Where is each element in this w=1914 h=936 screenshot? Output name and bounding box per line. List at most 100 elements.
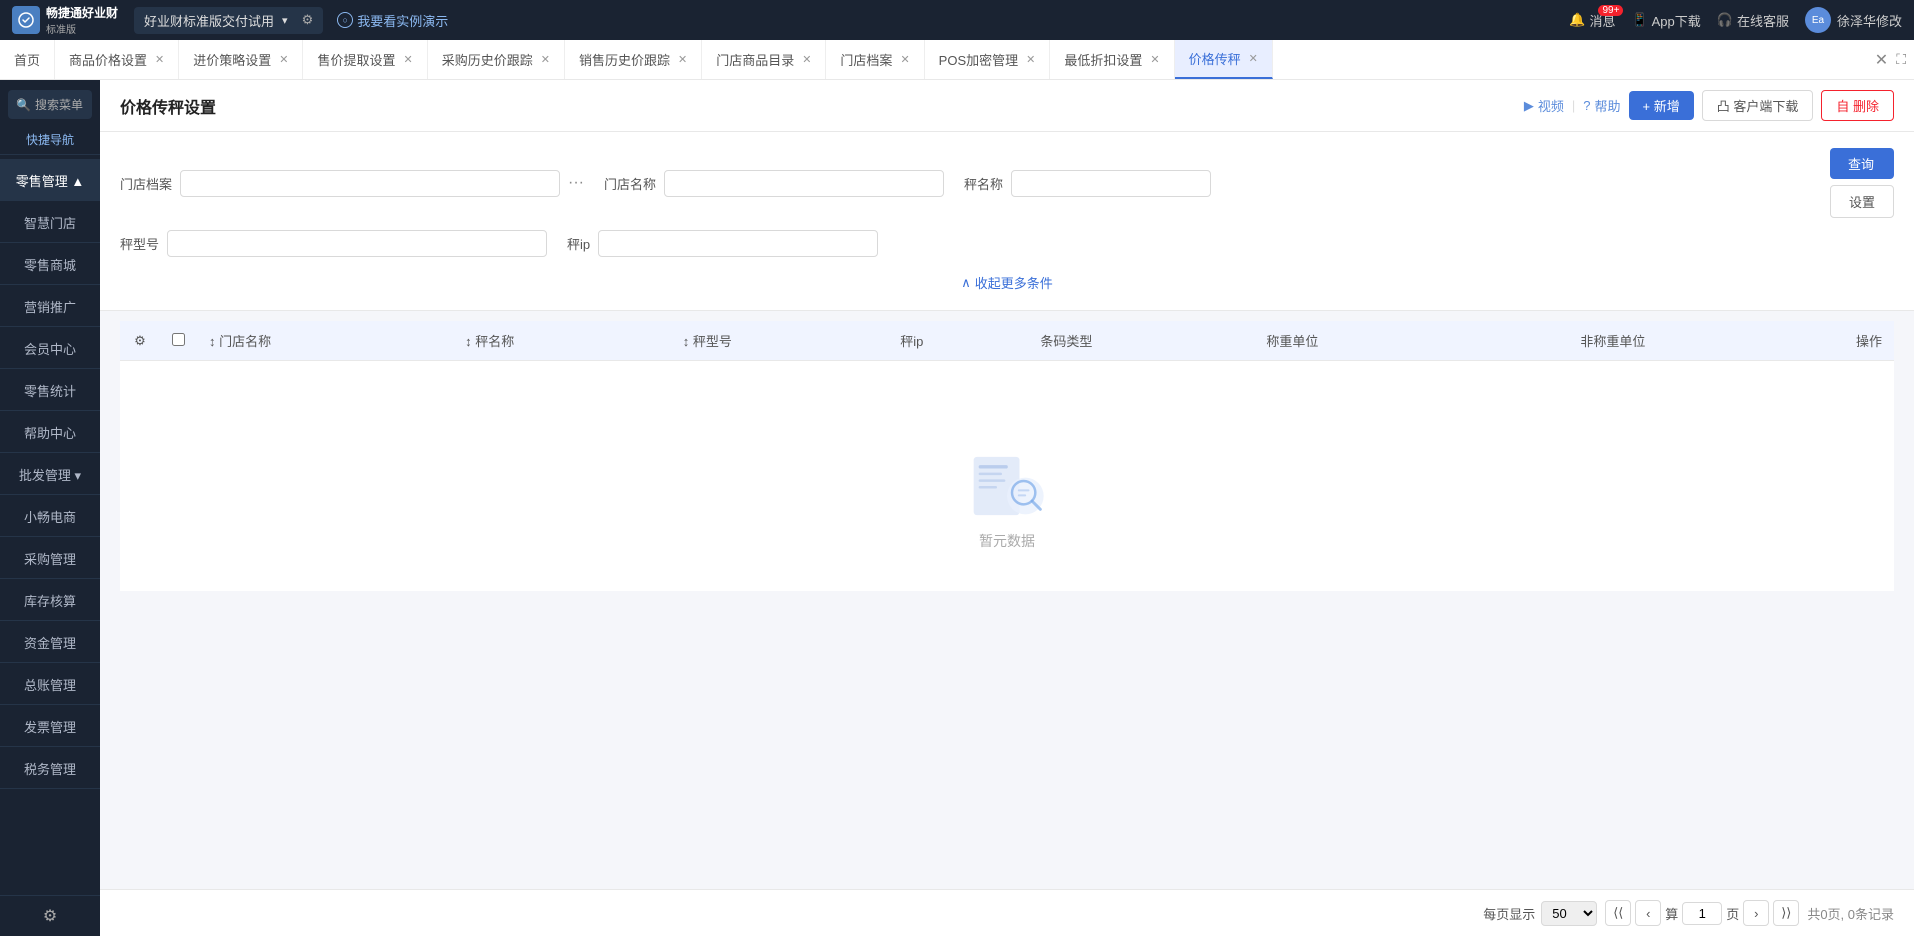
- tab-home[interactable]: 首页: [0, 40, 55, 79]
- store-archive-input[interactable]: [180, 170, 560, 197]
- sidebar: 🔍 搜索菜单 快捷导航 零售管理 ▲ 智慧门店 零售商城 营销推广 会员中心: [0, 80, 100, 936]
- help-link[interactable]: ? 帮助: [1583, 96, 1620, 115]
- prev-page-button[interactable]: ‹: [1635, 900, 1661, 926]
- sidebar-item-retail-mall[interactable]: 零售商城: [0, 243, 100, 285]
- delete-button[interactable]: 自 删除: [1821, 90, 1894, 121]
- selector-gear-icon[interactable]: ⚙: [302, 12, 314, 28]
- play-icon: ▶: [1524, 98, 1534, 114]
- sidebar-item-member[interactable]: 会员中心: [0, 327, 100, 369]
- sidebar-item-help[interactable]: 帮助中心: [0, 411, 100, 453]
- select-all-checkbox[interactable]: [172, 333, 185, 346]
- download-icon: 📱: [1631, 12, 1647, 28]
- expand-tab-icon[interactable]: ⛶: [1896, 51, 1906, 68]
- tab-min-discount[interactable]: 最低折扣设置 ✕: [1050, 40, 1174, 79]
- app-download-button[interactable]: 📱 App下载: [1631, 11, 1700, 30]
- close-tab-icon[interactable]: ✕: [1875, 50, 1888, 70]
- sidebar-item-marketing[interactable]: 营销推广: [0, 285, 100, 327]
- sidebar-item-tax[interactable]: 税务管理: [0, 747, 100, 789]
- col-scale-name[interactable]: ↕ 秤名称: [453, 321, 671, 361]
- sidebar-item-invoice[interactable]: 发票管理: [0, 705, 100, 747]
- tab-close-icon[interactable]: ✕: [404, 53, 413, 66]
- main-layout: 🔍 搜索菜单 快捷导航 零售管理 ▲ 智慧门店 零售商城 营销推广 会员中心: [0, 80, 1914, 936]
- last-page-button[interactable]: ⟩⟩: [1773, 900, 1799, 926]
- sidebar-item-inventory[interactable]: 库存核算: [0, 579, 100, 621]
- divider: |: [1572, 98, 1575, 113]
- scale-ip-input[interactable]: [598, 230, 878, 257]
- filter-area: 门店档案 ··· 门店名称 秤名称 查询 设置: [100, 132, 1914, 311]
- online-service-button[interactable]: 🎧 在线客服: [1717, 11, 1789, 30]
- tab-close-icon[interactable]: ✕: [1026, 53, 1035, 66]
- page-number-input[interactable]: [1682, 902, 1722, 925]
- data-table: ⚙ ↕ 门店名称 ↕ 秤名称 ↕ 秤型号: [120, 321, 1894, 591]
- add-button[interactable]: + 新增: [1629, 91, 1694, 120]
- tab-close-icon[interactable]: ✕: [900, 53, 909, 66]
- messages-button[interactable]: 🔔 消息 99+: [1569, 11, 1615, 30]
- version-selector[interactable]: 好业财标准版交付试用 ▾ ⚙: [134, 7, 323, 34]
- logo-icon: [12, 6, 40, 34]
- video-link[interactable]: ▶ 视频: [1524, 96, 1564, 115]
- home-tab-label: 首页: [14, 50, 40, 69]
- table-check-col[interactable]: [160, 321, 197, 361]
- collapse-button[interactable]: ∧ 收起更多条件: [961, 273, 1053, 292]
- tab-close-icon[interactable]: ✕: [541, 53, 550, 66]
- col-store-name[interactable]: ↕ 门店名称: [197, 321, 453, 361]
- query-button[interactable]: 查询: [1830, 148, 1894, 179]
- sidebar-item-purchase[interactable]: 采购管理: [0, 537, 100, 579]
- table-settings-icon[interactable]: ⚙: [134, 333, 146, 348]
- user-name: 徐泽华修改: [1837, 11, 1902, 30]
- tab-purchase-history[interactable]: 采购历史价跟踪 ✕: [428, 40, 565, 79]
- filter-store-archive: 门店档案 ···: [120, 170, 584, 197]
- col-barcode-type: 条码类型: [1028, 321, 1254, 361]
- tab-store-archive[interactable]: 门店档案 ✕: [826, 40, 924, 79]
- page-header: 价格传秤设置 ▶ 视频 | ? 帮助 + 新增 凸 客户端下载 自: [100, 80, 1914, 132]
- top-bar: 畅捷通好业财 标准版 好业财标准版交付试用 ▾ ⚙ ○ 我要看实例演示 🔔 消息…: [0, 0, 1914, 40]
- tab-close-icon[interactable]: ✕: [279, 53, 288, 66]
- col-non-weight-unit: 非称重单位: [1480, 321, 1745, 361]
- total-info: 共0页, 0条记录: [1807, 904, 1894, 923]
- sidebar-item-retail[interactable]: 零售管理 ▲: [0, 159, 100, 201]
- tab-sales-history[interactable]: 销售历史价跟踪 ✕: [565, 40, 702, 79]
- settings-icon[interactable]: ⚙: [43, 908, 57, 925]
- tab-purchase-strategy[interactable]: 进价策略设置 ✕: [179, 40, 303, 79]
- sidebar-item-retail-stats[interactable]: 零售统计: [0, 369, 100, 411]
- table-settings-col[interactable]: ⚙: [120, 321, 160, 361]
- filter-row-1: 门店档案 ··· 门店名称 秤名称 查询 设置: [120, 148, 1894, 218]
- more-options-icon[interactable]: ···: [568, 174, 584, 192]
- tab-pos-encryption[interactable]: POS加密管理 ✕: [925, 40, 1051, 79]
- tab-close-icon[interactable]: ✕: [1150, 53, 1159, 66]
- sidebar-item-quick-nav[interactable]: 快捷导航: [0, 125, 100, 155]
- user-menu[interactable]: Ea 徐泽华修改: [1805, 7, 1902, 33]
- pagination: 每页显示 50 10 20 100 ⟨⟨ ‹ 算 页 › ⟩⟩ 共0页, 0条记…: [100, 889, 1914, 936]
- sidebar-item-ecommerce[interactable]: 小畅电商: [0, 495, 100, 537]
- tab-bar: 首页 商品价格设置 ✕ 进价策略设置 ✕ 售价提取设置 ✕ 采购历史价跟踪 ✕ …: [0, 40, 1914, 80]
- sidebar-nav: 零售管理 ▲ 智慧门店 零售商城 营销推广 会员中心 零售统计 帮助中心 批发管…: [0, 155, 100, 793]
- store-name-input[interactable]: [664, 170, 944, 197]
- scale-name-input[interactable]: [1011, 170, 1211, 197]
- bell-icon: 🔔: [1569, 12, 1585, 28]
- scale-type-input[interactable]: [167, 230, 547, 257]
- messages-badge: 99+: [1598, 5, 1623, 16]
- sidebar-item-smart-store[interactable]: 智慧门店: [0, 201, 100, 243]
- tab-close-icon[interactable]: ✕: [802, 53, 811, 66]
- tab-store-catalog[interactable]: 门店商品目录 ✕: [702, 40, 826, 79]
- set-button[interactable]: 设置: [1830, 185, 1894, 218]
- col-scale-type[interactable]: ↕ 秤型号: [671, 321, 889, 361]
- first-page-button[interactable]: ⟨⟨: [1605, 900, 1631, 926]
- search-menu-button[interactable]: 🔍 搜索菜单: [8, 90, 92, 119]
- collapse-up-icon: ∧: [961, 275, 971, 291]
- tab-goods-price[interactable]: 商品价格设置 ✕: [55, 40, 179, 79]
- sidebar-item-wholesale[interactable]: 批发管理 ▾: [0, 453, 100, 495]
- tab-close-icon[interactable]: ✕: [155, 53, 164, 66]
- page-title: 价格传秤设置: [120, 94, 216, 118]
- download-button[interactable]: 凸 客户端下载: [1702, 90, 1814, 121]
- tab-close-active-icon[interactable]: ✕: [1249, 52, 1258, 65]
- per-page-select[interactable]: 50 10 20 100: [1541, 901, 1597, 926]
- tab-price-scale[interactable]: 价格传秤 ✕: [1175, 40, 1273, 79]
- tab-sale-extract[interactable]: 售价提取设置 ✕: [303, 40, 427, 79]
- sidebar-item-finance[interactable]: 资金管理: [0, 621, 100, 663]
- sidebar-item-ledger[interactable]: 总账管理: [0, 663, 100, 705]
- next-page-button[interactable]: ›: [1743, 900, 1769, 926]
- tab-close-icon[interactable]: ✕: [678, 53, 687, 66]
- demo-link[interactable]: ○ 我要看实例演示: [337, 11, 448, 30]
- demo-circle-icon: ○: [337, 12, 353, 28]
